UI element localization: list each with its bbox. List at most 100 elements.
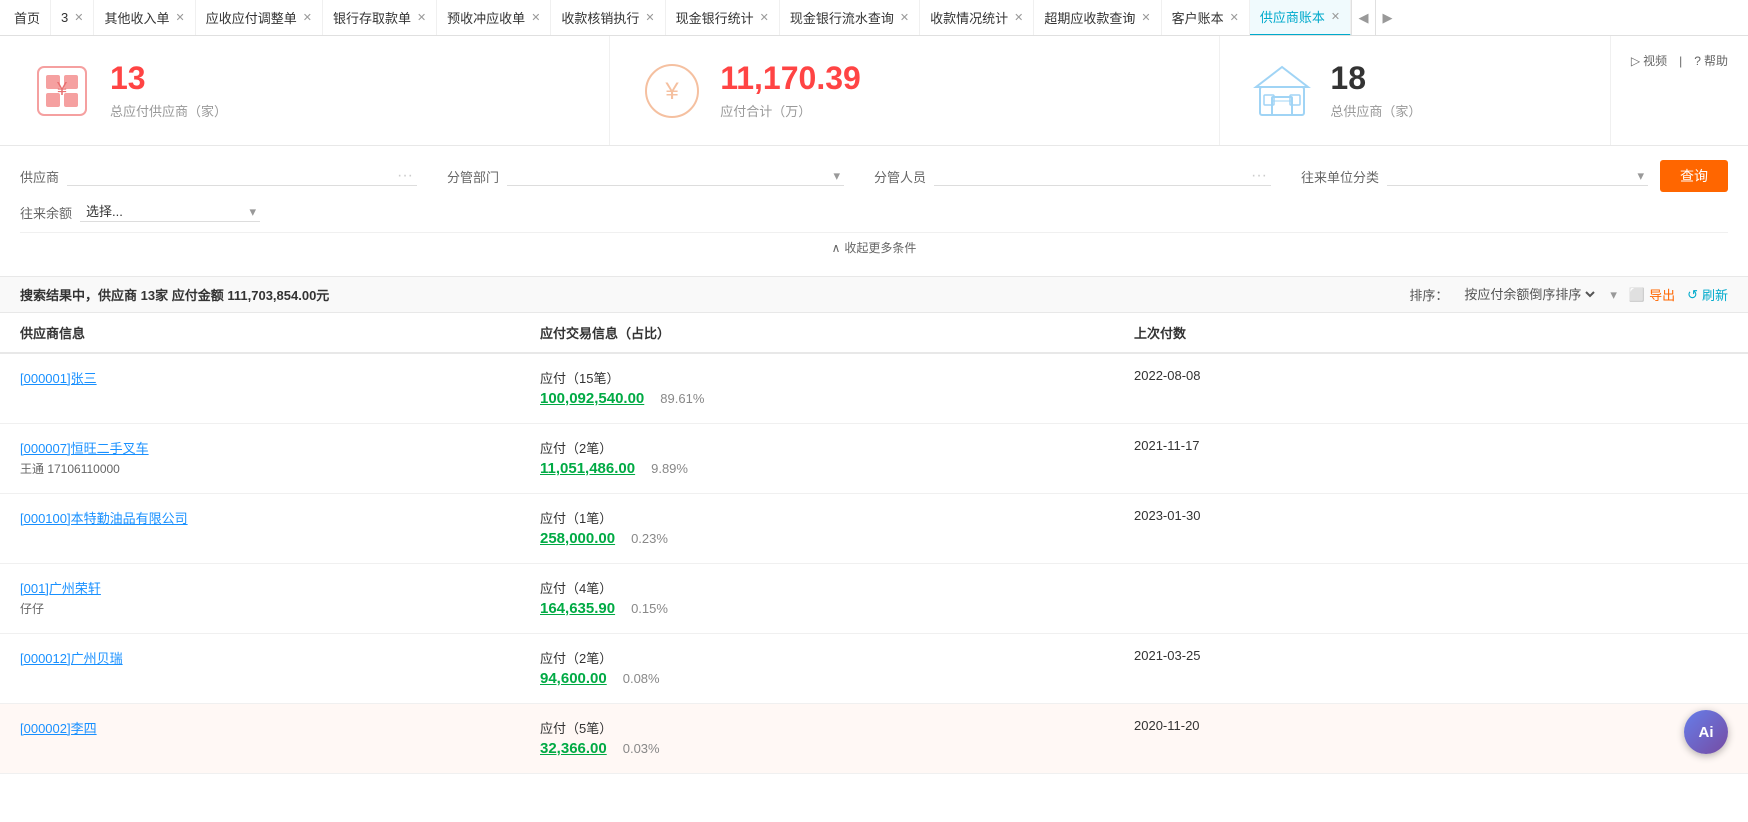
- collapse-label: 收起更多条件: [844, 239, 916, 256]
- query-button[interactable]: 查询: [1660, 160, 1728, 192]
- table-body: [000001]张三 应付（15笔） 100,092,540.00 89.61%…: [0, 354, 1748, 822]
- close-icon[interactable]: ✕: [1331, 10, 1340, 23]
- category-select-wrap: ▾: [1387, 166, 1648, 186]
- svg-text:¥: ¥: [56, 79, 68, 99]
- collapse-button[interactable]: ∧ 收起更多条件: [832, 239, 917, 256]
- stat-number-3: 18: [1330, 61, 1421, 96]
- category-select[interactable]: [1393, 168, 1642, 183]
- filter-row-2: 往来余额 选择... ▾: [20, 202, 1728, 222]
- nav-item-cash-stat[interactable]: 现金银行统计 ✕: [666, 0, 780, 36]
- close-icon[interactable]: ✕: [531, 11, 540, 24]
- nav-label: 预收冲应收单: [447, 8, 525, 27]
- nav-label: 现金银行统计: [676, 8, 754, 27]
- last-pay-date: 2023-01-30: [1134, 508, 1201, 523]
- supplier-input[interactable]: [73, 168, 411, 183]
- payable-label: 应付（5笔）: [540, 718, 1134, 737]
- nav-item-overdue[interactable]: 超期应收款查询 ✕: [1034, 0, 1161, 36]
- close-icon[interactable]: ✕: [417, 11, 426, 24]
- nav-item-home[interactable]: 首页: [4, 0, 51, 36]
- supplier-link[interactable]: [000001]张三: [20, 368, 540, 387]
- sort-select[interactable]: 按应付余额倒序排序: [1460, 286, 1598, 303]
- nav-item-other-income[interactable]: 其他收入单 ✕: [94, 0, 195, 36]
- nav-next-arrow[interactable]: ▶: [1375, 0, 1399, 36]
- nav-item-advance[interactable]: 预收冲应收单 ✕: [437, 0, 551, 36]
- close-icon[interactable]: ✕: [760, 11, 769, 24]
- export-icon: ⬜: [1629, 287, 1645, 303]
- payable-amount[interactable]: 164,635.90: [540, 600, 615, 617]
- person-dots-icon[interactable]: ···: [1251, 167, 1267, 185]
- balance-select[interactable]: 选择...: [86, 204, 254, 219]
- chevron-sort-icon: ▾: [1610, 287, 1617, 303]
- supplier-link[interactable]: [000002]李四: [20, 718, 540, 737]
- payable-cell: 应付（2笔） 94,600.00 0.08%: [540, 648, 1134, 687]
- nav-item-ar-adjust[interactable]: 应收应付调整单 ✕: [196, 0, 323, 36]
- stat-label-1: 总应付供应商（家）: [110, 101, 227, 120]
- amount-icon: ¥: [640, 59, 704, 123]
- close-icon[interactable]: ✕: [175, 11, 184, 24]
- nav-item-3[interactable]: 3 ✕: [51, 0, 94, 36]
- nav-label: 超期应收款查询: [1044, 8, 1135, 27]
- supplier-link[interactable]: [000100]本特勤油品有限公司: [20, 508, 540, 527]
- close-icon[interactable]: ✕: [645, 11, 654, 24]
- nav-label: 首页: [14, 8, 40, 27]
- play-icon: ▷: [1631, 54, 1640, 68]
- last-pay-cell: 2021-11-17: [1134, 438, 1728, 453]
- supplier-label: 供应商: [20, 167, 59, 186]
- nav-item-receipt-stat[interactable]: 收款情况统计 ✕: [920, 0, 1034, 36]
- close-icon[interactable]: ✕: [74, 11, 83, 24]
- svg-text:¥: ¥: [665, 78, 680, 105]
- payable-amount[interactable]: 258,000.00: [540, 530, 615, 547]
- nav-label: 收款核销执行: [561, 8, 639, 27]
- payable-row: 11,051,486.00 9.89%: [540, 457, 1134, 477]
- payable-amount[interactable]: 11,051,486.00: [540, 460, 635, 477]
- export-button[interactable]: ⬜ 导出: [1629, 285, 1675, 304]
- payable-row: 100,092,540.00 89.61%: [540, 387, 1134, 407]
- ai-button[interactable]: Ai: [1684, 710, 1728, 754]
- close-icon[interactable]: ✕: [1014, 11, 1023, 24]
- supplier-info-cell: [001]广州荣轩 仔仔: [20, 578, 540, 617]
- dept-select[interactable]: [513, 168, 838, 183]
- nav-item-cash-flow[interactable]: 现金银行流水查询 ✕: [780, 0, 920, 36]
- question-icon: ?: [1694, 54, 1701, 68]
- stat-info-3: 18 总供应商（家）: [1330, 61, 1421, 119]
- payable-amount[interactable]: 100,092,540.00: [540, 390, 644, 407]
- supplier-link[interactable]: [000007]恒旺二手叉车: [20, 438, 540, 457]
- close-icon[interactable]: ✕: [900, 11, 909, 24]
- refresh-button[interactable]: ↺ 刷新: [1687, 285, 1728, 304]
- person-input-wrap: ···: [934, 166, 1271, 186]
- result-amount: 111,703,854.00元: [227, 288, 329, 303]
- supplier-sub: 仔仔: [20, 600, 540, 617]
- payable-percent: 0.08%: [623, 671, 660, 686]
- supplier-info-cell: [000001]张三: [20, 368, 540, 390]
- payable-amount[interactable]: 94,600.00: [540, 670, 607, 687]
- nav-label: 3: [61, 10, 68, 25]
- balance-chevron-icon: ▾: [249, 204, 256, 220]
- stat-block-amount: ¥ 11,170.39 应付合计（万）: [610, 36, 1220, 145]
- nav-item-customer-ledger[interactable]: 客户账本 ✕: [1162, 0, 1250, 36]
- nav-item-supplier-ledger[interactable]: 供应商账本 ✕: [1250, 0, 1351, 36]
- refresh-label: 刷新: [1702, 285, 1728, 304]
- balance-label: 往来余额: [20, 203, 72, 222]
- payable-percent: 9.89%: [651, 461, 688, 476]
- close-icon[interactable]: ✕: [1141, 11, 1150, 24]
- table-header: 供应商信息 应付交易信息（占比） 上次付数: [0, 313, 1748, 354]
- nav-label: 客户账本: [1172, 8, 1224, 27]
- filter-supplier: 供应商 ···: [20, 166, 447, 186]
- nav-prev-arrow[interactable]: ◀: [1351, 0, 1375, 36]
- payable-label: 应付（2笔）: [540, 648, 1134, 667]
- supplier-link[interactable]: [001]广州荣轩: [20, 578, 540, 597]
- last-pay-date: 2022-08-08: [1134, 368, 1201, 383]
- category-label: 往来单位分类: [1301, 167, 1379, 186]
- payable-amount[interactable]: 32,366.00: [540, 740, 607, 757]
- help-link[interactable]: ? 帮助: [1694, 52, 1728, 69]
- person-input[interactable]: [940, 168, 1265, 183]
- nav-item-payment[interactable]: 收款核销执行 ✕: [551, 0, 665, 36]
- supplier-link[interactable]: [000012]广州贝瑞: [20, 648, 540, 667]
- supplier-dots-icon[interactable]: ···: [397, 167, 413, 185]
- close-icon[interactable]: ✕: [303, 11, 312, 24]
- video-link[interactable]: ▷ 视频: [1631, 52, 1667, 69]
- export-label: 导出: [1649, 285, 1675, 304]
- close-icon[interactable]: ✕: [1230, 11, 1239, 24]
- payable-cell: 应付（15笔） 100,092,540.00 89.61%: [540, 368, 1134, 407]
- nav-item-bank[interactable]: 银行存取款单 ✕: [323, 0, 437, 36]
